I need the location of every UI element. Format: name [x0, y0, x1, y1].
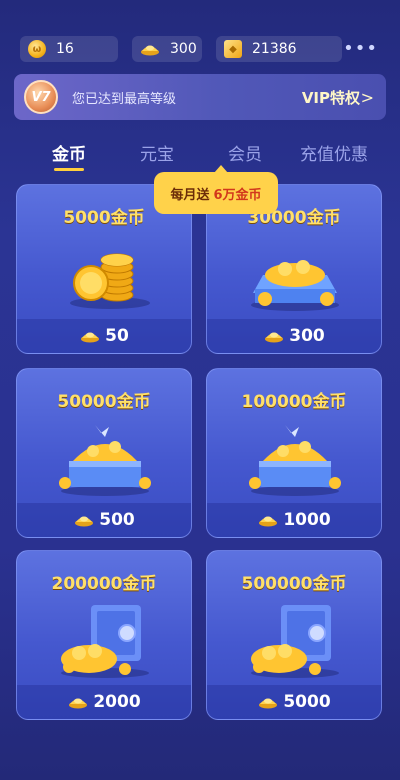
package-price: 1000	[283, 510, 331, 530]
chevron-right-icon: >	[360, 87, 374, 107]
coin-balance[interactable]: ω 16	[20, 36, 118, 62]
tooltip-text: 每月送	[170, 187, 210, 203]
tab-ingots[interactable]: 元宝	[140, 140, 174, 165]
coin-icon: ω	[28, 40, 46, 58]
package-price-button[interactable]: 1000	[207, 503, 381, 537]
balance-bar: ω 16 300 ◆ 21386 •••	[0, 36, 400, 62]
coin-stack-illustration	[55, 233, 155, 313]
ingot-balance-value: 300	[170, 41, 197, 57]
membership-promo-tooltip: 每月送 6万金币	[154, 165, 278, 214]
package-title: 200000金币	[51, 574, 157, 594]
ingot-icon	[259, 516, 278, 527]
tooltip-highlight: 6万金币	[213, 187, 262, 203]
coin-package-card[interactable]: 500000金币 5000	[206, 550, 382, 720]
package-title: 50000金币	[57, 392, 151, 412]
package-price: 5000	[283, 692, 331, 712]
package-price: 500	[99, 510, 135, 530]
package-title: 500000金币	[241, 574, 347, 594]
coin-box-illustration	[245, 233, 345, 313]
ingot-icon	[69, 698, 88, 709]
package-price-button[interactable]: 500	[17, 503, 191, 537]
member-card-balance[interactable]: ◆ 21386	[216, 36, 342, 62]
ingot-icon	[141, 45, 159, 56]
treasure-chest-illustration	[55, 417, 155, 497]
tab-recharge-offers[interactable]: 充值优惠	[300, 140, 368, 165]
coin-package-card[interactable]: 100000金币 1000	[206, 368, 382, 538]
tab-membership[interactable]: 会员	[228, 140, 262, 165]
ingot-icon	[75, 516, 94, 527]
vip-banner[interactable]: V7 您已达到最高等级 VIP特权 >	[14, 74, 386, 120]
coin-safe-illustration	[55, 599, 155, 679]
more-icon[interactable]: •••	[343, 38, 378, 59]
ingot-icon	[265, 332, 284, 343]
coin-balance-value: 16	[56, 41, 74, 57]
ingot-balance[interactable]: 300	[132, 36, 202, 62]
coin-package-card[interactable]: 50000金币 500	[16, 368, 192, 538]
package-price: 50	[105, 326, 129, 346]
coin-package-card[interactable]: 200000金币 2000	[16, 550, 192, 720]
active-tab-indicator	[54, 168, 84, 171]
package-price: 300	[289, 326, 325, 346]
package-price-button[interactable]: 50	[17, 319, 191, 353]
vip-level-badge: V7	[24, 80, 58, 114]
vip-status-text: 您已达到最高等级	[72, 91, 177, 107]
package-price-button[interactable]: 2000	[17, 685, 191, 719]
package-price: 2000	[93, 692, 141, 712]
vip-privileges-link[interactable]: VIP特权	[302, 87, 360, 108]
coin-safe-illustration	[245, 599, 345, 679]
member-card-balance-value: 21386	[252, 41, 297, 57]
tab-coins[interactable]: 金币	[52, 140, 86, 165]
package-price-button[interactable]: 300	[207, 319, 381, 353]
member-card-icon: ◆	[224, 40, 242, 58]
ingot-icon	[81, 332, 100, 343]
package-title: 100000金币	[241, 392, 347, 412]
ingot-icon	[259, 698, 278, 709]
package-price-button[interactable]: 5000	[207, 685, 381, 719]
treasure-chest-illustration	[245, 417, 345, 497]
